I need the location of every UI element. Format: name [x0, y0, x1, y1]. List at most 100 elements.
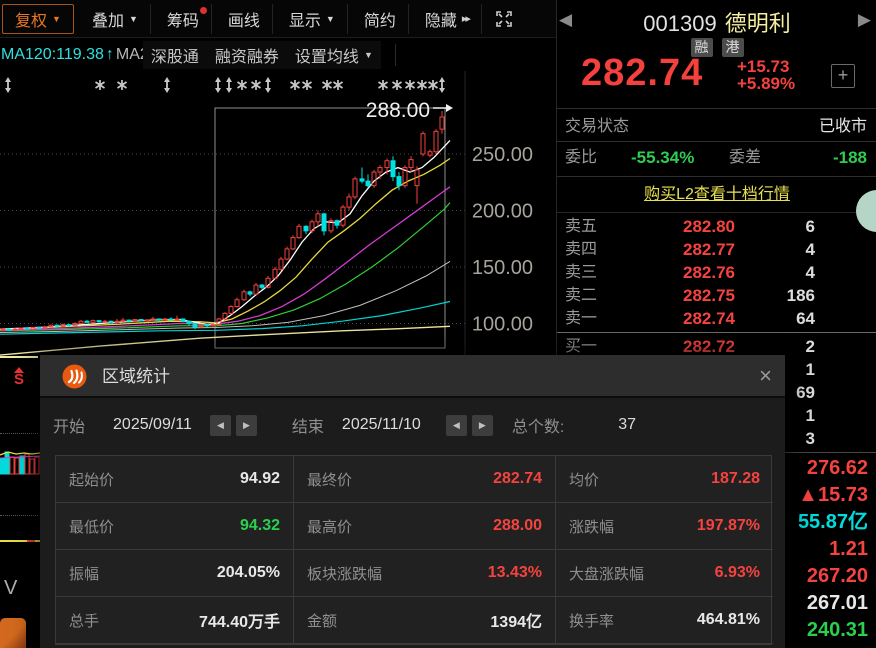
y-axis-label: 250.00 [472, 144, 533, 166]
event-arrow-icon[interactable] [439, 77, 445, 82]
candle-body [175, 319, 179, 320]
stock-code: 001309 [643, 11, 716, 36]
stat-value: 288.00 [493, 517, 542, 535]
stat-cell: 最高价 288.00 [294, 503, 556, 550]
start-date-prev-button[interactable]: ◀ [210, 415, 231, 436]
chevron-down-icon: ▼ [52, 14, 61, 24]
toolbar-button-7[interactable]: 隐藏▸▸ [413, 4, 482, 34]
divider [557, 108, 876, 109]
kline-chart[interactable]: 250.00200.00150.00100.00288.00 [0, 71, 556, 356]
order-volume: 4 [806, 261, 815, 284]
order-volume: 2 [806, 335, 815, 358]
event-arrow-icon[interactable] [226, 88, 232, 93]
stat-value: 197.87% [697, 517, 760, 535]
event-arrow-icon[interactable] [215, 88, 221, 93]
link-shenzhen-connect[interactable]: 深股通 [143, 41, 207, 69]
candle-body [335, 221, 339, 226]
ask-row-4[interactable]: 卖四282.774 [557, 238, 876, 261]
indicator-label-fragment: V [4, 577, 17, 600]
weicha-label: 委差 [729, 142, 761, 174]
candle-body [316, 214, 320, 222]
stat-label: 板块涨跌幅 [307, 563, 382, 584]
candle-body [67, 325, 71, 326]
chevron-down-icon: ▼ [364, 50, 373, 60]
end-date-prev-button[interactable]: ◀ [446, 415, 467, 436]
candle-body [434, 131, 438, 151]
order-level-label: 卖二 [565, 284, 621, 307]
event-arrow-icon[interactable] [5, 77, 11, 82]
toolbar-button-6[interactable]: 简约 [352, 4, 409, 34]
ma250-line-fragment [0, 356, 38, 358]
fullscreen-expand-icon[interactable] [492, 7, 516, 31]
candle-body [229, 307, 233, 314]
candle-body [409, 160, 413, 168]
region-statistics-dialog: 区域统计 × 开始 2025/09/11 ◀ ▶ 结束 2025/11/10 ◀… [40, 355, 785, 648]
stat-value: 282.74 [493, 470, 542, 488]
sell-point-marker: S [11, 367, 27, 387]
trade-status-row: 交易状态 已收市 [557, 112, 876, 142]
ma25-value: MA25 [116, 46, 143, 64]
stat-cell: 最终价 282.74 [294, 456, 556, 503]
event-arrow-icon[interactable] [5, 88, 11, 93]
candle-body [55, 325, 59, 326]
dialog-date-controls: 开始 2025/09/11 ◀ ▶ 结束 2025/11/10 ◀ ▶ 总个数:… [40, 410, 785, 440]
stat-cell: 起始价94.92 [56, 456, 294, 503]
event-arrow-icon[interactable] [226, 77, 232, 82]
event-arrow-icon[interactable] [164, 77, 170, 82]
candle-body [13, 329, 17, 330]
order-volume: 4 [806, 238, 815, 261]
toolbar-button-label: 筹码 [167, 7, 199, 31]
event-arrow-icon[interactable] [265, 77, 271, 82]
stat-value: 1394亿 [490, 608, 542, 632]
candle-body [254, 285, 258, 294]
stat-label: 最终价 [307, 469, 352, 490]
ma-settings-label: 设置均线 [295, 43, 359, 67]
add-to-watchlist-button[interactable]: + [831, 64, 855, 88]
price-change: +15.73 [737, 58, 795, 75]
candle-body [181, 319, 185, 321]
stat-label: 金额 [307, 610, 337, 631]
order-level-label: 卖五 [565, 215, 621, 238]
toolbar-button-label: 叠加 [92, 7, 124, 31]
y-axis-label: 100.00 [472, 314, 533, 336]
event-arrow-icon[interactable] [265, 88, 271, 93]
divider [557, 212, 876, 213]
close-icon[interactable]: × [759, 355, 772, 396]
gridline [0, 515, 38, 516]
event-arrow-icon[interactable] [439, 88, 445, 93]
dialog-header[interactable]: 区域统计 × [40, 355, 785, 398]
buy-l2-link[interactable]: 购买L2查看十档行情 [644, 186, 790, 203]
end-date-next-button[interactable]: ▶ [472, 415, 493, 436]
stat-label: 振幅 [69, 563, 99, 584]
ask-row-1[interactable]: 卖一282.7464 [557, 307, 876, 330]
toolbar-button-3[interactable]: 筹码 [155, 4, 212, 34]
toolbar-button-1[interactable]: 复权▼ [2, 4, 74, 34]
link-margin-trading[interactable]: 融资融券 [207, 41, 287, 69]
ask-row-5[interactable]: 卖五282.806 [557, 215, 876, 238]
kline-chart-canvas[interactable]: 250.00200.00150.00100.00288.00 [0, 71, 556, 356]
event-arrow-icon[interactable] [164, 88, 170, 93]
event-arrow-icon[interactable] [215, 77, 221, 82]
stat-cell: 板块涨跌幅13.43% [294, 550, 556, 597]
ask-row-2[interactable]: 卖二282.75186 [557, 284, 876, 307]
volume-bar [10, 457, 14, 474]
order-volume: 186 [787, 284, 815, 307]
toolbar-button-2[interactable]: 叠加 ▼ [80, 4, 151, 34]
order-level-label: 卖三 [565, 261, 621, 284]
ma-settings-dropdown[interactable]: 设置均线 ▼ [287, 41, 381, 69]
stat-cell: 换手率464.81% [556, 597, 773, 644]
stat-value: 187.28 [711, 470, 760, 488]
next-stock-button[interactable]: ▶ [858, 10, 871, 30]
candle-body [37, 327, 41, 328]
weibi-label: 委比 [565, 142, 597, 174]
region-selection-rect[interactable] [215, 108, 445, 348]
start-date-next-button[interactable]: ▶ [236, 415, 257, 436]
ask-row-3[interactable]: 卖三282.764 [557, 261, 876, 284]
toolbar-button-5[interactable]: 显示▼ [277, 4, 348, 34]
chevron-down-icon: ▼ [129, 14, 138, 24]
candle-body [421, 134, 425, 154]
toolbar-button-4[interactable]: 画线 [216, 4, 273, 34]
stat-label: 最高价 [307, 516, 352, 537]
ma-indicator-bar: MA120:119.38 ↑ MA25 深股通 融资融券 设置均线 ▼ [0, 39, 556, 71]
order-volume: 64 [796, 307, 815, 330]
